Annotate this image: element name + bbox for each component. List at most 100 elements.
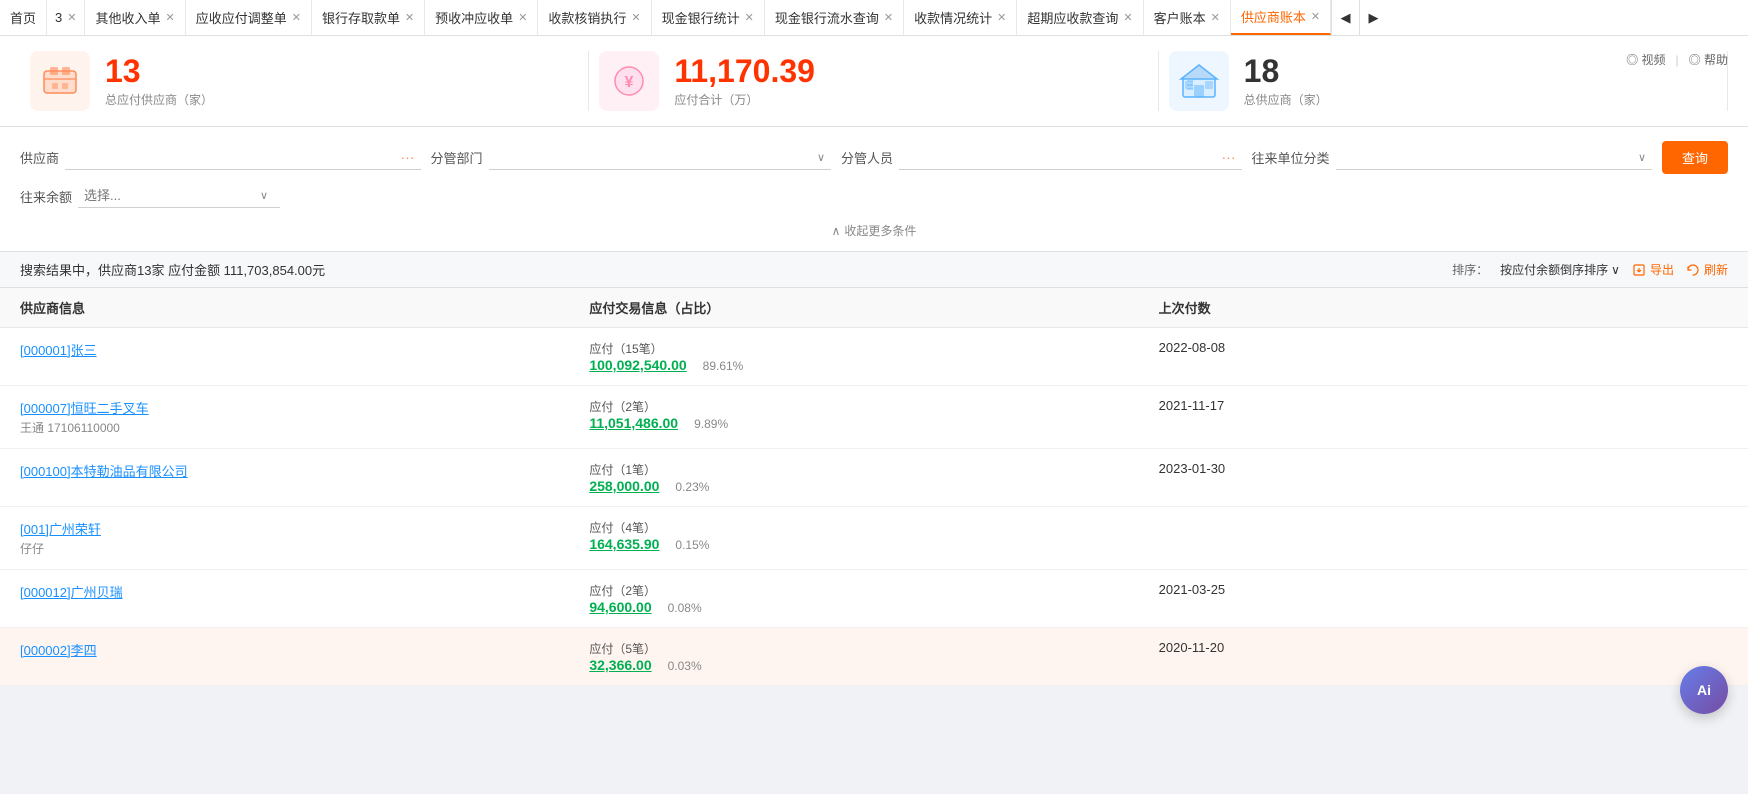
nav-bank[interactable]: 银行存取款单 ✕ [312,0,425,35]
balance-input[interactable] [84,188,260,203]
nav-cash-stats[interactable]: 现金银行统计 ✕ [652,0,765,35]
supplier-dots-icon[interactable]: ··· [401,149,415,165]
last-pay-cell: 2021-11-17 [1159,398,1728,413]
person-dots-icon[interactable]: ··· [1222,149,1236,165]
amount-link[interactable]: 94,600.00 [589,599,651,615]
person-input[interactable] [905,150,1217,165]
supplier-link[interactable]: [000007]恒旺二手叉车 [20,401,149,416]
nav-supplier-account[interactable]: 供应商账本 ✕ [1231,0,1331,35]
close-icon[interactable]: ✕ [631,11,640,24]
amount-link[interactable]: 100,092,540.00 [589,357,686,373]
nav-scroll-left[interactable]: ◀ [1331,0,1359,36]
close-icon[interactable]: ✕ [292,11,301,24]
payable-icon: ¥ [599,51,659,111]
dept-label: 分管部门 [431,148,483,167]
close-icon[interactable]: ✕ [1311,10,1320,23]
close-icon[interactable]: ✕ [1211,11,1220,24]
person-field: 分管人员 ··· [841,145,1242,170]
export-button[interactable]: 导出 [1632,261,1674,278]
nav-tab-3[interactable]: 3 ✕ [47,0,85,35]
person-input-wrap: ··· [899,145,1241,170]
nav-other-income[interactable]: 其他收入单 ✕ [85,0,185,35]
amount-link[interactable]: 32,366.00 [589,657,651,673]
col-payable-info: 应付交易信息（占比） [589,298,1158,317]
nav-collection-stats[interactable]: 收款情况统计 ✕ [904,0,1017,35]
balance-field: 往来余额 ∨ [20,184,280,208]
stat-total-payable: ¥ 11,170.39 应付合计（万） [589,51,1158,111]
refresh-button[interactable]: 刷新 [1686,261,1728,278]
supplier-label: 供应商 [20,148,59,167]
ai-button[interactable]: Ai [1680,666,1728,714]
sort-selector[interactable]: 按应付余额倒序排序 ∨ [1500,261,1620,278]
payable-cell: 应付（2笔） 11,051,486.00 9.89% [589,398,1158,431]
export-icon [1632,263,1646,277]
close-icon[interactable]: ✕ [1123,11,1132,24]
balance-label: 往来余额 [20,187,72,206]
category-input[interactable] [1342,150,1638,165]
close-icon[interactable]: ✕ [997,11,1006,24]
nav-collection[interactable]: 收款核销执行 ✕ [538,0,651,35]
payable-cell: 应付（4笔） 164,635.90 0.15% [589,519,1158,552]
svg-text:¥: ¥ [625,74,634,91]
supplier-link[interactable]: [000100]本特勒油品有限公司 [20,464,188,479]
table-row: [000001]张三 应付（15笔） 100,092,540.00 89.61%… [0,328,1748,386]
help-link[interactable]: ◎ 帮助 [1689,51,1728,68]
table-row: [001]广州荣轩 仔仔 应付（4笔） 164,635.90 0.15% [0,507,1748,570]
collapse-button[interactable]: ∧ 收起更多条件 [832,222,917,239]
close-icon[interactable]: ✕ [405,11,414,24]
close-icon[interactable]: ✕ [518,11,527,24]
supplier-field: 供应商 ··· [20,145,421,170]
search-row-1: 供应商 ··· 分管部门 ∨ 分管人员 ··· 往来单位分类 ∨ [20,141,1728,174]
payable-cell: 应付（5笔） 32,366.00 0.03% [589,640,1158,673]
supplier-cell: [001]广州荣轩 仔仔 [20,519,589,557]
supplier-cell: [000012]广州贝瑞 [20,582,589,601]
result-summary: 搜索结果中，供应商13家 应付金额 111,703,854.00元 [20,260,325,279]
divider: | [1676,53,1679,67]
nav-customer-account[interactable]: 客户账本 ✕ [1144,0,1231,35]
last-pay-cell: 2022-08-08 [1159,340,1728,355]
close-icon[interactable]: ✕ [67,11,76,24]
table-row: [000100]本特勒油品有限公司 应付（1笔） 258,000.00 0.23… [0,449,1748,507]
supplier-link[interactable]: [001]广州荣轩 [20,522,101,537]
dept-dropdown-icon[interactable]: ∨ [817,151,825,164]
supplier-link[interactable]: [000002]李四 [20,643,97,658]
video-link[interactable]: ◎ 视频 [1626,51,1665,68]
supplier-link[interactable]: [000012]广州贝瑞 [20,585,123,600]
nav-advance[interactable]: 预收冲应收单 ✕ [425,0,538,35]
search-bar: 供应商 ··· 分管部门 ∨ 分管人员 ··· 往来单位分类 ∨ [0,127,1748,252]
search-row-2: 往来余额 ∨ [20,184,1728,208]
close-icon[interactable]: ✕ [884,11,893,24]
supplier-link[interactable]: [000001]张三 [20,343,97,358]
data-table: 供应商信息 应付交易信息（占比） 上次付数 [000001]张三 应付（15笔）… [0,288,1748,686]
close-icon[interactable]: ✕ [165,11,174,24]
supplier-input[interactable] [71,150,396,165]
nav-scroll-right[interactable]: ▶ [1359,0,1387,36]
col-supplier-info: 供应商信息 [20,298,589,317]
result-bar: 搜索结果中，供应商13家 应付金额 111,703,854.00元 排序： 按应… [0,252,1748,288]
category-label: 往来单位分类 [1252,148,1330,167]
close-icon[interactable]: ✕ [745,11,754,24]
last-pay-cell: 2021-03-25 [1159,582,1728,597]
balance-dropdown-icon[interactable]: ∨ [260,189,268,202]
stat-payable-suppliers: 13 总应付供应商（家） [20,51,589,111]
amount-link[interactable]: 11,051,486.00 [589,415,678,431]
table-row: [000007]恒旺二手叉车 王通 17106110000 应付（2笔） 11,… [0,386,1748,449]
table-row: [000002]李四 应付（5笔） 32,366.00 0.03% 2020-1… [0,628,1748,686]
amount-link[interactable]: 258,000.00 [589,478,659,494]
supplier-icon [30,51,90,111]
nav-cash-flow[interactable]: 现金银行流水查询 ✕ [765,0,904,35]
payable-cell: 应付（1笔） 258,000.00 0.23% [589,461,1158,494]
stat-total-supplier-info: 18 总供应商（家） [1244,55,1328,108]
category-field: 往来单位分类 ∨ [1252,146,1653,170]
dept-input[interactable] [495,150,817,165]
query-button[interactable]: 查询 [1662,141,1728,174]
person-label: 分管人员 [841,148,893,167]
header-actions: ◎ 视频 | ◎ 帮助 [1626,51,1728,68]
amount-link[interactable]: 164,635.90 [589,536,659,552]
category-dropdown-icon[interactable]: ∨ [1638,151,1646,164]
nav-overdue[interactable]: 超期应收款查询 ✕ [1017,0,1143,35]
last-pay-cell: 2023-01-30 [1159,461,1728,476]
nav-adjust[interactable]: 应收应付调整单 ✕ [186,0,312,35]
nav-home[interactable]: 首页 [0,0,47,35]
stat-total-info: 11,170.39 应付合计（万） [674,55,815,108]
